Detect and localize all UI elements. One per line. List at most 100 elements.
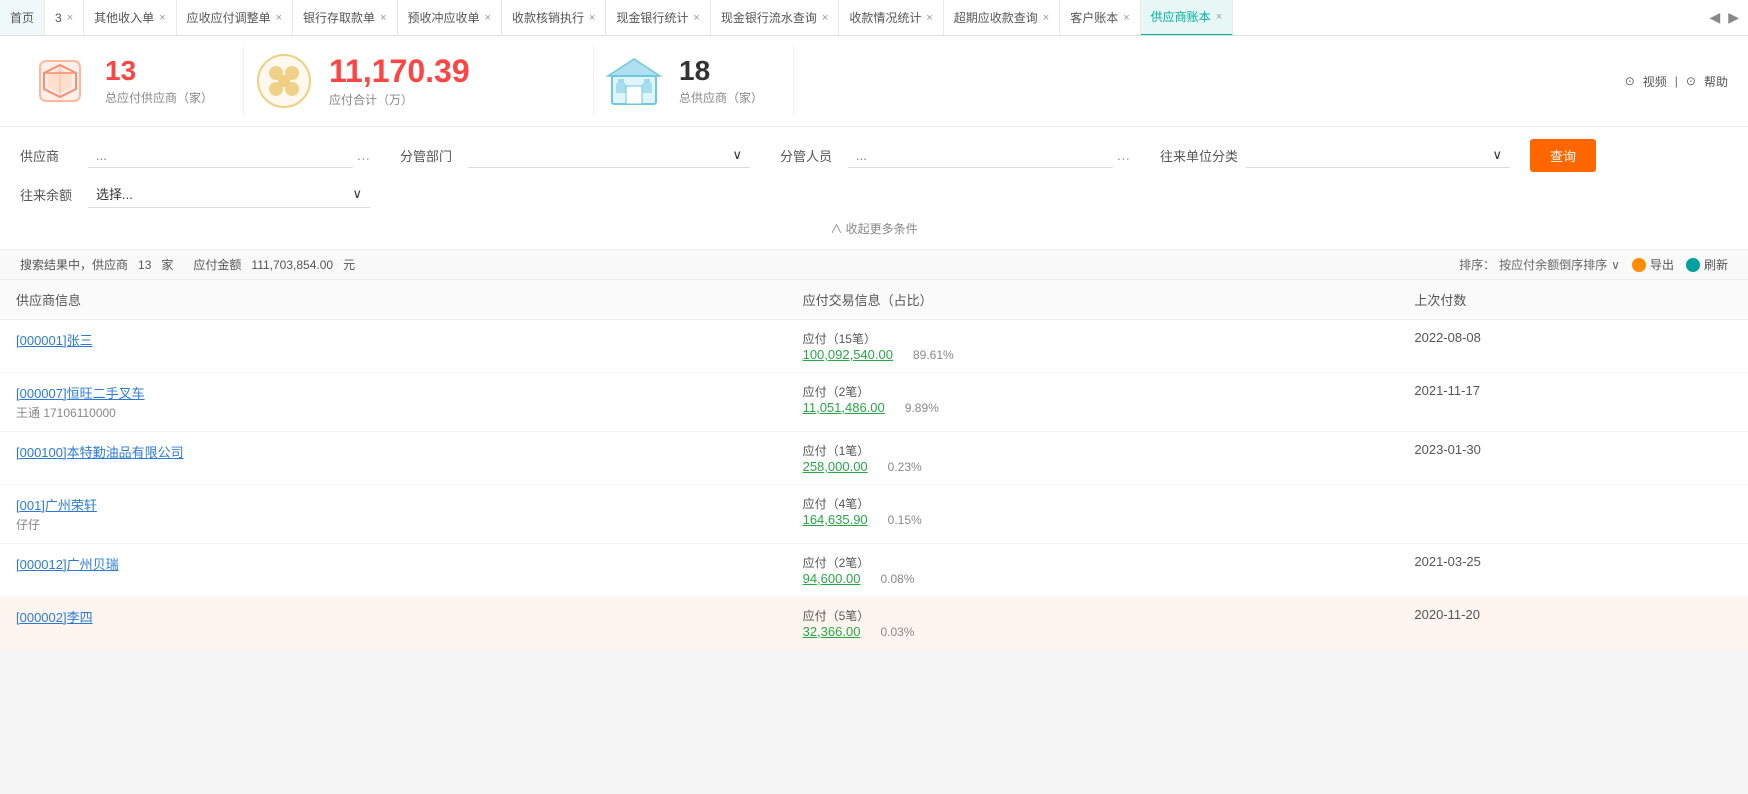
- table-row: [000012]广州贝瑞应付（2笔）94,600.000.08%2021-03-…: [0, 544, 1748, 597]
- stat-block-payable-total: 11,170.39 应付合计（万）: [244, 46, 594, 116]
- nav-tab-customer-account[interactable]: 客户账本×: [1060, 0, 1140, 36]
- sort-selector[interactable]: 排序： 按应付余额倒序排序 ∨: [1459, 256, 1620, 273]
- nav-tab-other-income[interactable]: 其他收入单×: [84, 0, 176, 36]
- nav-tab-cash-bank-stat[interactable]: 现金银行统计×: [606, 0, 710, 36]
- nav-tab-receipt-verify[interactable]: 收款核销执行×: [502, 0, 606, 36]
- amount-link[interactable]: 11,051,486.00: [803, 400, 885, 415]
- close-icon[interactable]: ×: [380, 12, 386, 24]
- close-icon[interactable]: ×: [159, 12, 165, 24]
- filter-dept: 分管部门 ∨: [400, 143, 750, 168]
- nav-arrow-right[interactable]: ▶: [1724, 7, 1743, 28]
- filter-category: 往来单位分类 ∨: [1160, 143, 1510, 168]
- person-label: 分管人员: [780, 146, 840, 165]
- export-label: 导出: [1650, 256, 1674, 273]
- table-row: [000001]张三应付（15笔）100,092,540.0089.61%202…: [0, 320, 1748, 373]
- amount-prefix: 应付金额: [193, 258, 241, 272]
- th-tx-info: 应付交易信息（占比）: [787, 280, 1399, 320]
- amount-link[interactable]: 94,600.00: [803, 571, 861, 586]
- percent-text: 0.15%: [888, 513, 922, 527]
- close-icon[interactable]: ×: [926, 12, 932, 24]
- help-link[interactable]: 帮助: [1704, 73, 1728, 90]
- nav-tab-cash-bank-flow[interactable]: 现金银行流水查询×: [711, 0, 839, 36]
- payable-total-number: 11,170.39: [329, 55, 470, 87]
- nav-tab-overdue-query[interactable]: 超期应收款查询×: [944, 0, 1060, 36]
- video-link[interactable]: 视频: [1643, 73, 1667, 90]
- category-select[interactable]: ∨: [1246, 143, 1510, 168]
- close-icon[interactable]: ×: [1043, 12, 1049, 24]
- table-row: [001]广州荣轩仔仔应付（4笔）164,635.900.15%: [0, 485, 1748, 544]
- supplier-link[interactable]: [000012]广州贝瑞: [16, 557, 119, 572]
- supplier-link[interactable]: [001]广州荣轩: [16, 498, 97, 513]
- supplier-info-cell: [000001]张三: [0, 320, 787, 373]
- percent-text: 9.89%: [905, 401, 939, 415]
- nav-tab-bank-deposit[interactable]: 银行存取款单×: [293, 0, 397, 36]
- last-payment-date: 2021-11-17: [1414, 383, 1480, 398]
- nav-tab-home[interactable]: 首页: [0, 0, 45, 36]
- amount-value: 111,703,854.00: [251, 258, 333, 272]
- balance-select[interactable]: 选择... ∨: [88, 180, 370, 208]
- nav-tab-advance-receipt[interactable]: 预收冲应收单×: [398, 0, 502, 36]
- last-payment-cell: [1398, 485, 1748, 544]
- supplier-info-cell: [000012]广州贝瑞: [0, 544, 787, 597]
- toolbar-info: 搜索结果中，供应商13家 应付金额111,703,854.00元: [20, 256, 1459, 273]
- refresh-button[interactable]: 刷新: [1686, 256, 1728, 273]
- amount-link[interactable]: 164,635.90: [803, 512, 868, 527]
- tx-amount-row: 164,635.90 0.15%: [803, 512, 1383, 527]
- collapse-bar[interactable]: ∧ 收起更多条件: [20, 216, 1728, 241]
- amount-link[interactable]: 100,092,540.00: [803, 347, 893, 362]
- total-suppliers-number: 18: [679, 57, 763, 85]
- supplier-link[interactable]: [000001]张三: [16, 333, 93, 348]
- tx-amount-row: 32,366.000.03%: [803, 624, 1383, 639]
- nav-arrow-left[interactable]: ◀: [1705, 7, 1724, 28]
- close-icon[interactable]: ×: [822, 12, 828, 24]
- tx-label-count: 应付（5笔）: [803, 607, 1383, 624]
- amount-link[interactable]: 258,000.00: [803, 459, 868, 474]
- query-button[interactable]: 查询: [1530, 139, 1596, 172]
- result-prefix: 搜索结果中，供应商: [20, 258, 128, 272]
- separator: |: [1675, 74, 1678, 88]
- balance-label: 往来余额: [20, 185, 80, 204]
- sort-chevron-down-icon: ∨: [1611, 258, 1620, 272]
- amount-link[interactable]: 32,366.00: [803, 624, 861, 639]
- filter-supplier: 供应商 ...: [20, 144, 370, 168]
- person-input[interactable]: [848, 144, 1113, 168]
- sort-label: 排序：: [1459, 256, 1495, 273]
- tx-type-label: 应付: [803, 497, 827, 511]
- tx-amount-row: 100,092,540.00 89.61%: [803, 347, 1383, 362]
- tx-label-count: 应付（2笔）: [803, 383, 1383, 400]
- supplier-link[interactable]: [000007]恒旺二手叉车: [16, 386, 145, 401]
- close-icon[interactable]: ×: [485, 12, 491, 24]
- payable-suppliers-number: 13: [105, 57, 213, 85]
- supplier-input[interactable]: [88, 144, 353, 168]
- close-icon[interactable]: ×: [276, 12, 282, 24]
- tx-info-cell: 应付（2笔）94,600.000.08%: [787, 544, 1399, 597]
- close-icon[interactable]: ×: [589, 12, 595, 24]
- filter-row-2: 往来余额 选择... ∨: [20, 180, 1728, 208]
- tx-amount-row: 11,051,486.00 9.89%: [803, 400, 1383, 415]
- stats-header: 13 总应付供应商（家） 11,170.39 应付合计（万）: [0, 36, 1748, 127]
- payable-total-label: 应付合计（万）: [329, 91, 470, 108]
- supplier-link[interactable]: [000002]李四: [16, 610, 93, 625]
- tx-amount-row: 258,000.000.23%: [803, 459, 1383, 474]
- stat-block-3-content: 18 总供应商（家）: [679, 57, 763, 106]
- supplier-info-cell: [000002]李四: [0, 597, 787, 650]
- close-icon[interactable]: ×: [1123, 12, 1129, 24]
- supplier-link[interactable]: [000100]本特勤油品有限公司: [16, 445, 184, 460]
- close-icon[interactable]: ×: [693, 12, 699, 24]
- export-button[interactable]: 导出: [1632, 256, 1674, 273]
- nav-tab-tab3[interactable]: 3×: [45, 0, 84, 36]
- nav-tab-payable-adjust[interactable]: 应收应付调整单×: [177, 0, 293, 36]
- percent-text: 89.61%: [913, 348, 954, 362]
- supplier-sub-info: 仔仔: [16, 516, 771, 533]
- refresh-label: 刷新: [1704, 256, 1728, 273]
- th-last-payment: 上次付数: [1398, 280, 1748, 320]
- nav-tab-supplier-account[interactable]: 供应商账本×: [1141, 0, 1233, 36]
- table-header: 供应商信息 应付交易信息（占比） 上次付数: [0, 280, 1748, 320]
- person-dots-icon[interactable]: ...: [1117, 147, 1130, 165]
- close-icon[interactable]: ×: [67, 12, 73, 24]
- supplier-dots-icon[interactable]: ...: [357, 147, 370, 165]
- dept-select[interactable]: ∨: [468, 143, 750, 168]
- nav-tab-receipt-stat[interactable]: 收款情况统计×: [839, 0, 943, 36]
- toolbar-actions: 排序： 按应付余额倒序排序 ∨ 导出 刷新: [1459, 256, 1728, 273]
- close-icon[interactable]: ×: [1216, 11, 1222, 23]
